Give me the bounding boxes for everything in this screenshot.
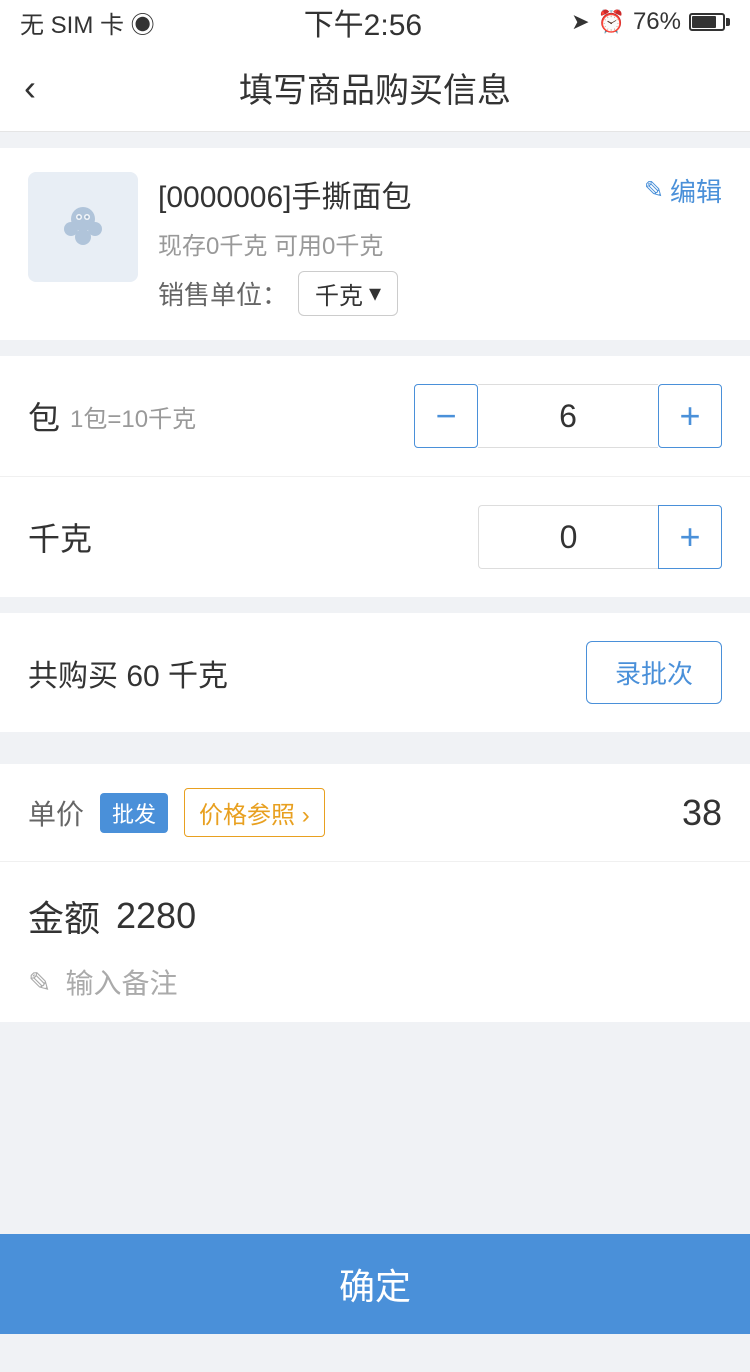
quantity-label-kg: 千克 xyxy=(28,514,92,560)
quantity-section: 包 1包=10千克 − + 千克 + xyxy=(0,356,750,597)
product-unit-row: 销售单位： 千克 ▾ xyxy=(158,271,722,316)
product-stock: 现存0千克 可用0千克 xyxy=(158,226,722,261)
quantity-hint-bao: 1包=10千克 xyxy=(70,399,414,434)
quantity-row-bao: 包 1包=10千克 − + xyxy=(0,356,750,477)
status-bar: 无 SIM 卡 ◉ 下午2:56 ➤ ⏰ 76% xyxy=(0,0,750,44)
price-section: 单价 批发 价格参照 › 38 xyxy=(0,764,750,862)
amount-section: 金额 2280 ✎ 输入备注 xyxy=(0,862,750,1022)
alarm-icon: ⏰ xyxy=(598,9,625,35)
status-left: 无 SIM 卡 ◉ xyxy=(20,5,155,40)
available-value: 可用0千克 xyxy=(274,233,383,260)
confirm-label: 确定 xyxy=(339,1258,411,1310)
quantity-label-bao: 包 xyxy=(28,393,60,439)
remark-placeholder[interactable]: 输入备注 xyxy=(65,962,177,1002)
page-title: 填写商品购买信息 xyxy=(239,63,511,112)
price-value: 38 xyxy=(682,792,722,834)
sim-label: 无 SIM 卡 ◉ xyxy=(20,5,155,40)
quantity-control-kg: + xyxy=(478,505,722,569)
remark-row[interactable]: ✎ 输入备注 xyxy=(28,962,722,1002)
chevron-down-icon: ▾ xyxy=(369,279,381,308)
record-batch-button[interactable]: 录批次 xyxy=(586,641,722,704)
unit-label: 销售单位： xyxy=(158,275,288,312)
stock-value: 现存0千克 xyxy=(158,233,267,260)
battery-label: 76% xyxy=(633,8,681,36)
pencil-icon: ✎ xyxy=(28,966,51,999)
product-card: [0000006]手撕面包 现存0千克 可用0千克 销售单位： 千克 ▾ ✎ 编… xyxy=(0,148,750,340)
battery-icon xyxy=(689,13,730,31)
quantity-control-bao: − + xyxy=(414,384,722,448)
product-info: [0000006]手撕面包 现存0千克 可用0千克 销售单位： 千克 ▾ xyxy=(158,172,722,316)
status-right: ➤ ⏰ 76% xyxy=(571,8,730,36)
back-button[interactable]: ‹ xyxy=(24,67,36,109)
location-icon: ➤ xyxy=(571,9,589,35)
price-label: 单价 xyxy=(28,793,84,833)
section-divider-1 xyxy=(0,748,750,764)
product-logo-icon xyxy=(53,197,113,257)
product-name: [0000006]手撕面包 xyxy=(158,172,722,216)
edit-icon: ✎ xyxy=(644,176,664,205)
wholesale-tag: 批发 xyxy=(100,793,168,833)
decrement-button-bao[interactable]: − xyxy=(414,384,478,448)
confirm-button[interactable]: 确定 xyxy=(0,1234,750,1334)
increment-button-bao[interactable]: + xyxy=(658,384,722,448)
product-image xyxy=(28,172,138,282)
quantity-input-bao[interactable] xyxy=(478,384,658,448)
summary-text: 共购买 60 千克 xyxy=(28,651,228,695)
quantity-row-kg: 千克 + xyxy=(0,477,750,597)
unit-select[interactable]: 千克 ▾ xyxy=(298,271,398,316)
quantity-input-kg[interactable] xyxy=(478,505,658,569)
amount-value: 2280 xyxy=(116,895,196,937)
increment-button-kg[interactable]: + xyxy=(658,505,722,569)
amount-row: 金额 2280 xyxy=(28,890,722,942)
price-reference-button[interactable]: 价格参照 › xyxy=(184,788,325,837)
status-time: 下午2:56 xyxy=(304,0,422,44)
nav-bar: ‹ 填写商品购买信息 xyxy=(0,44,750,132)
summary-section: 共购买 60 千克 录批次 xyxy=(0,613,750,732)
amount-label: 金额 xyxy=(28,890,100,942)
edit-button[interactable]: ✎ 编辑 xyxy=(644,172,722,209)
